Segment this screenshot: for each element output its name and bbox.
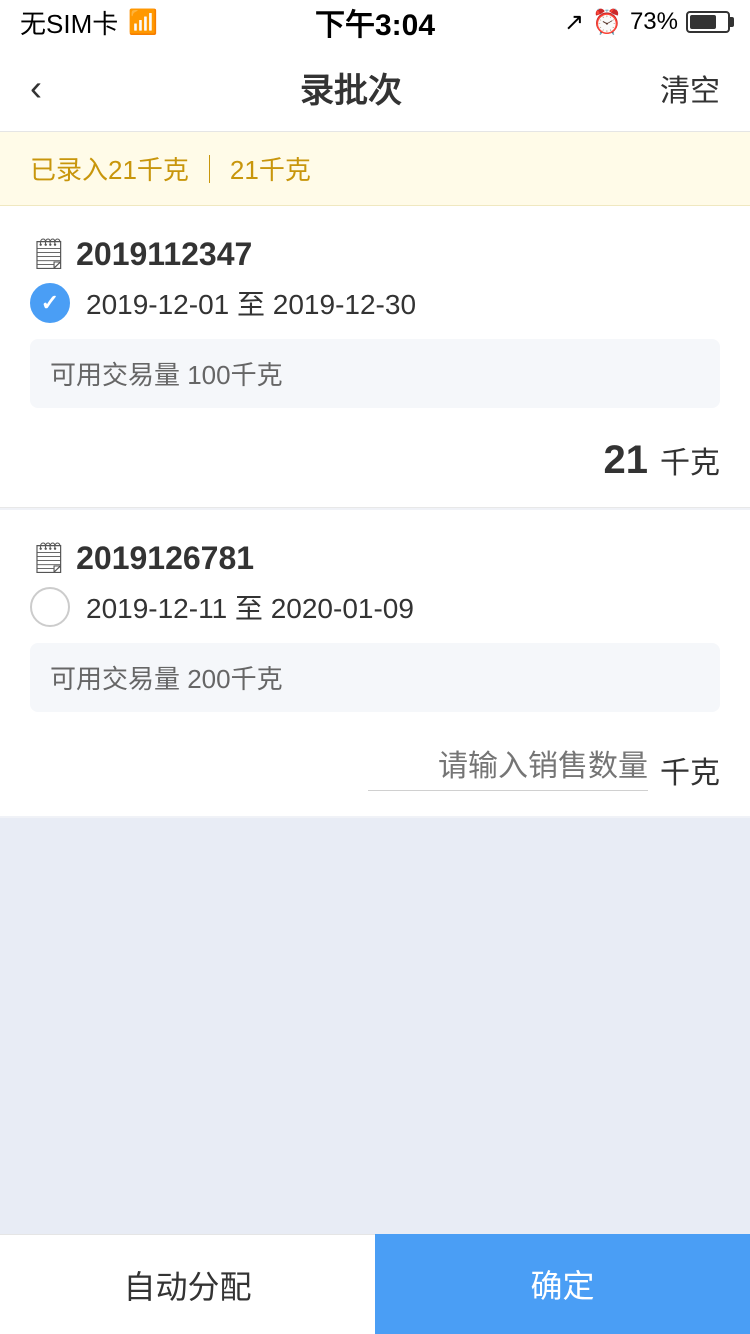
- batch-1-header: 🗒 2019112347: [0, 206, 750, 283]
- banner-divider: [209, 155, 210, 183]
- status-left: 无SIM卡 📶: [20, 4, 158, 41]
- batch-1-date: 2019-12-01 至 2019-12-30: [86, 283, 416, 323]
- nav-bar: ‹ 录批次 清空: [0, 44, 750, 132]
- batch-1-amount-row: 21 千克: [0, 428, 750, 508]
- batch-1-amount-unit: 千克: [660, 438, 720, 482]
- status-time: 下午3:04: [315, 0, 435, 44]
- carrier-text: 无SIM卡: [20, 4, 118, 41]
- info-banner: 已录入21千克 21千克: [0, 132, 750, 206]
- batch-2-quantity-input[interactable]: [368, 750, 648, 784]
- batch-2-input-row: 千克: [0, 732, 750, 816]
- batch-1-available: 可用交易量 100千克: [50, 360, 283, 390]
- batch-2-id: 2019126781: [76, 540, 254, 577]
- batch-2-icon: 🗒: [30, 541, 68, 576]
- back-button[interactable]: ‹: [30, 67, 42, 109]
- entered-value: 21千克: [230, 150, 311, 187]
- batch-1-date-row: 2019-12-01 至 2019-12-30: [0, 283, 750, 339]
- batch-2-checkbox[interactable]: [30, 587, 70, 627]
- batch-1-icon: 🗒: [30, 237, 68, 272]
- status-right: ↗ ⏰ 73%: [564, 8, 730, 37]
- batch-1-amount-value: 21: [604, 438, 649, 483]
- battery-icon: [686, 11, 730, 33]
- batch-1-card: 🗒 2019112347 2019-12-01 至 2019-12-30 可用交…: [0, 206, 750, 508]
- battery-fill: [690, 15, 716, 29]
- location-icon: ↗: [564, 8, 584, 37]
- batch-2-qty-row: 可用交易量 200千克: [30, 643, 720, 712]
- entered-label: 已录入21千克: [30, 150, 189, 187]
- auto-distribute-button[interactable]: 自动分配: [0, 1234, 375, 1334]
- batch-2-date-row: 2019-12-11 至 2020-01-09: [0, 587, 750, 643]
- batch-2-header: 🗒 2019126781: [0, 510, 750, 587]
- batch-2-unit: 千克: [660, 748, 720, 792]
- bottom-bar: 自动分配 确定: [0, 1234, 750, 1334]
- batch-1-qty-row: 可用交易量 100千克: [30, 339, 720, 408]
- battery-percent: 73%: [630, 8, 678, 36]
- status-bar: 无SIM卡 📶 下午3:04 ↗ ⏰ 73%: [0, 0, 750, 44]
- confirm-button[interactable]: 确定: [375, 1234, 750, 1334]
- page-title: 录批次: [300, 63, 402, 112]
- batch-1-checkbox[interactable]: [30, 283, 70, 323]
- batch-1-id: 2019112347: [76, 236, 252, 273]
- batch-2-input-wrapper: [368, 750, 648, 791]
- batch-2-date: 2019-12-11 至 2020-01-09: [86, 587, 414, 627]
- wifi-icon: 📶: [128, 8, 158, 37]
- alarm-icon: ⏰: [592, 8, 622, 37]
- batch-2-card: 🗒 2019126781 2019-12-11 至 2020-01-09 可用交…: [0, 510, 750, 816]
- content-wrapper: 🗒 2019112347 2019-12-01 至 2019-12-30 可用交…: [0, 206, 750, 1308]
- clear-button[interactable]: 清空: [660, 66, 720, 110]
- batch-2-available: 可用交易量 200千克: [50, 664, 283, 694]
- input-underline: [368, 790, 648, 791]
